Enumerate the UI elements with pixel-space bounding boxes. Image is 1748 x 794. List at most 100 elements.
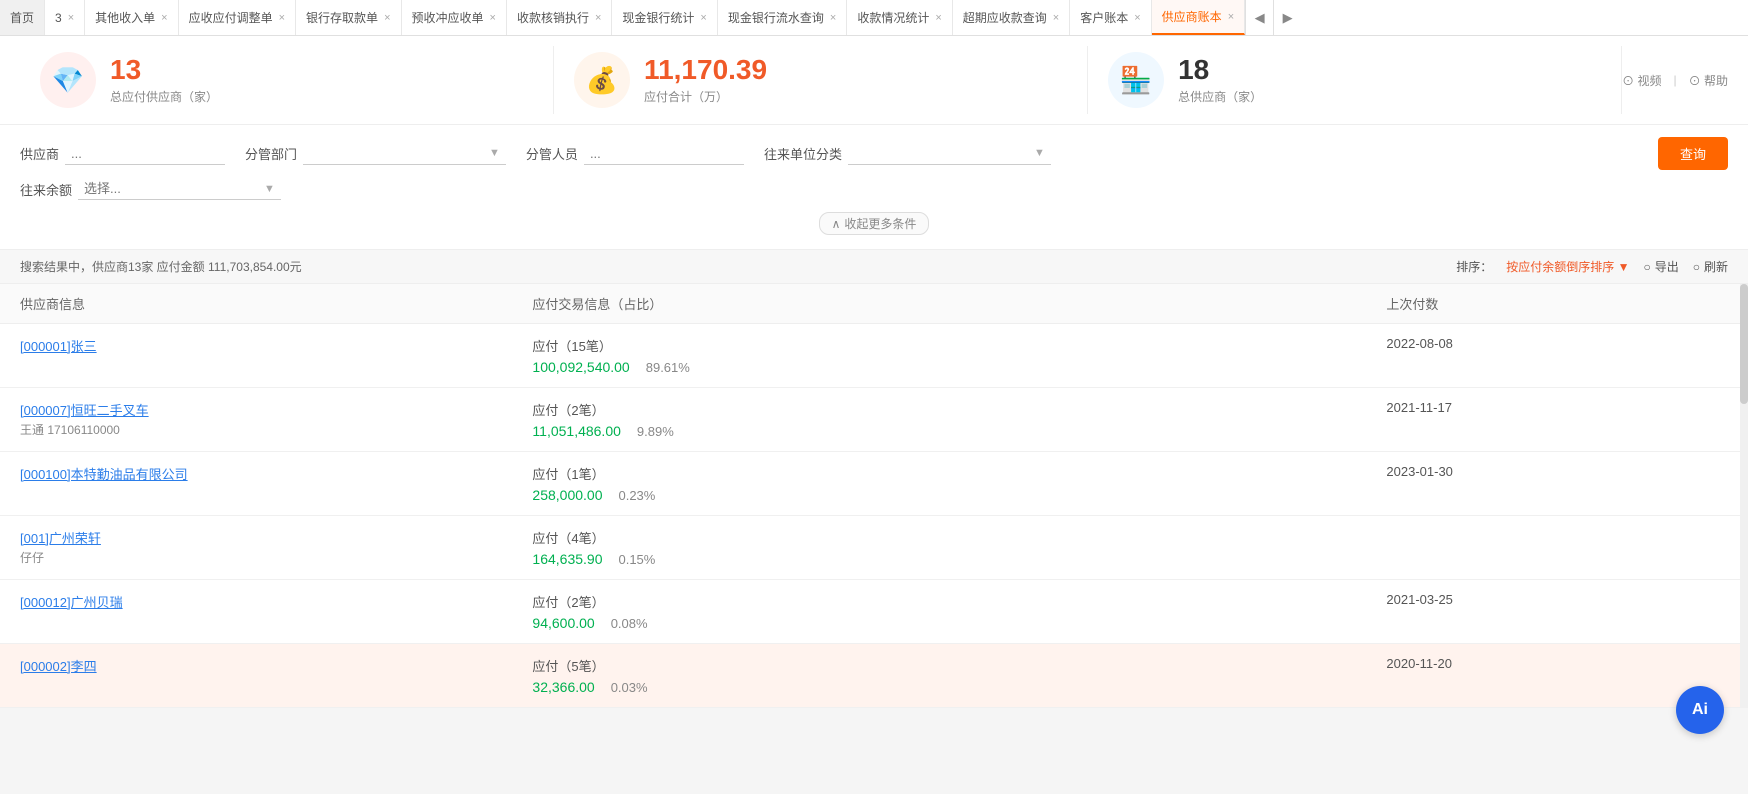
payable-amount[interactable]: 258,000.00 <box>532 487 602 503</box>
header-lastpay: 上次付数 <box>1386 294 1728 313</box>
nav-tab-payment-stat[interactable]: 收款情况统计 × <box>847 0 952 35</box>
payable-row: 11,051,486.00 9.89% <box>532 423 1386 439</box>
table-row[interactable]: [001]广州荣轩 仔仔 应付（4笔） 164,635.90 0.15% <box>0 516 1748 580</box>
nav-tab-other-income-label: 其他收入单 <box>95 9 155 26</box>
vertical-scrollbar[interactable] <box>1740 284 1748 708</box>
collapse-label: 收起更多条件 <box>844 215 916 232</box>
nav-tab-adj-close[interactable]: × <box>279 12 285 24</box>
table-row[interactable]: [000100]本特勤油品有限公司 应付（1笔） 258,000.00 0.23… <box>0 452 1748 516</box>
nav-tab-3[interactable]: 3 × <box>45 0 85 35</box>
nav-tab-cash-stat-close[interactable]: × <box>700 12 706 24</box>
nav-tab-collection[interactable]: 收款核销执行 × <box>507 0 612 35</box>
table-row[interactable]: [000001]张三 应付（15笔） 100,092,540.00 89.61%… <box>0 324 1748 388</box>
table-row[interactable]: [000012]广州贝瑞 应付（2笔） 94,600.00 0.08% 2021… <box>0 580 1748 644</box>
scrollbar-thumb[interactable] <box>1740 284 1748 404</box>
balance-input[interactable] <box>84 181 260 196</box>
nav-tab-bank[interactable]: 银行存取款单 × <box>296 0 401 35</box>
nav-tab-overdue[interactable]: 超期应收款查询 × <box>953 0 1070 35</box>
nav-tab-other-income[interactable]: 其他收入单 × <box>85 0 178 35</box>
nav-next-arrow[interactable]: ▶ <box>1273 0 1301 35</box>
payable-amount[interactable]: 164,635.90 <box>532 551 602 567</box>
nav-tab-customer-book-close[interactable]: × <box>1134 12 1140 24</box>
nav-tab-adj[interactable]: 应收应付调整单 × <box>179 0 296 35</box>
export-button[interactable]: ○ 导出 <box>1643 258 1678 275</box>
search-button[interactable]: 查询 <box>1658 137 1728 170</box>
person-input[interactable] <box>584 143 744 165</box>
nav-tab-home-label: 首页 <box>10 9 34 26</box>
nav-tab-cash-stat-label: 现金银行统计 <box>622 9 694 26</box>
payable-row: 100,092,540.00 89.61% <box>532 359 1386 375</box>
nav-tab-bank-close[interactable]: × <box>384 12 390 24</box>
dept-select[interactable]: ▼ <box>303 143 506 165</box>
nav-tab-supplier-book[interactable]: 供应商账本 × <box>1152 0 1245 35</box>
nav-tab-other-income-close[interactable]: × <box>161 12 167 24</box>
ai-button[interactable]: Ai <box>1676 686 1724 734</box>
nav-tab-overdue-label: 超期应收款查询 <box>963 9 1047 26</box>
lastpay-cell: 2021-11-17 <box>1386 400 1728 415</box>
divider: | <box>1674 73 1677 87</box>
supplier-name-link[interactable]: [000012]广州贝瑞 <box>20 592 532 611</box>
payable-suppliers-icon: 💎 <box>40 52 96 108</box>
nav-tab-3-close[interactable]: × <box>68 12 74 24</box>
supplier-sub-info: 仔仔 <box>20 549 532 566</box>
filter-row-1: 供应商 分管部门 ▼ 分管人员 往来单位分类 ▼ 查询 <box>20 137 1728 170</box>
total-suppliers-icon: 🏪 <box>1108 52 1164 108</box>
nav-tab-cash-stat[interactable]: 现金银行统计 × <box>612 0 717 35</box>
nav-tab-home[interactable]: 首页 <box>0 0 45 35</box>
nav-tab-adj-label: 应收应付调整单 <box>189 9 273 26</box>
filter-category: 往来单位分类 ▼ <box>764 143 1051 165</box>
summary-card-total-payable: 💰 11,170.39 应付合计（万） <box>554 46 1088 114</box>
nav-tab-advance-label: 预收冲应收单 <box>412 9 484 26</box>
payable-info-cell: 应付（4笔） 164,635.90 0.15% <box>532 528 1386 567</box>
supplier-name-link[interactable]: [000001]张三 <box>20 336 532 355</box>
header-payable: 应付交易信息（占比） <box>532 294 1386 313</box>
filter-dept: 分管部门 ▼ <box>245 143 506 165</box>
dept-label: 分管部门 <box>245 144 297 163</box>
category-input[interactable] <box>854 146 1030 161</box>
balance-select[interactable]: ▼ <box>78 178 281 200</box>
nav-prev-arrow[interactable]: ◀ <box>1245 0 1273 35</box>
payable-amount[interactable]: 11,051,486.00 <box>532 423 621 439</box>
video-link[interactable]: ⊙ 视频 <box>1622 72 1661 89</box>
payable-amount[interactable]: 32,366.00 <box>532 679 594 695</box>
nav-tab-customer-book-label: 客户账本 <box>1080 9 1128 26</box>
nav-tab-cashflow[interactable]: 现金银行流水查询 × <box>718 0 847 35</box>
supplier-name-link[interactable]: [000007]恒旺二手叉车 <box>20 400 532 419</box>
supplier-name-link[interactable]: [001]广州荣轩 <box>20 528 532 547</box>
payable-amount[interactable]: 100,092,540.00 <box>532 359 629 375</box>
payable-count: 应付（2笔） <box>532 592 1386 611</box>
supplier-input[interactable] <box>65 143 225 165</box>
payable-suppliers-label: 总应付供应商（家） <box>110 88 218 105</box>
sort-chevron-icon: ▼ <box>1618 260 1630 274</box>
payable-amount[interactable]: 94,600.00 <box>532 615 594 631</box>
table-body: [000001]张三 应付（15笔） 100,092,540.00 89.61%… <box>0 324 1748 708</box>
nav-tab-cashflow-close[interactable]: × <box>830 12 836 24</box>
sort-value[interactable]: 按应付余额倒序排序 ▼ <box>1506 258 1629 275</box>
supplier-info-cell: [000007]恒旺二手叉车 王通 17106110000 <box>20 400 532 438</box>
help-link[interactable]: ⊙ 帮助 <box>1689 72 1728 89</box>
payable-info-cell: 应付（2笔） 94,600.00 0.08% <box>532 592 1386 631</box>
collapse-bar: ∧ 收起更多条件 <box>20 208 1728 241</box>
supplier-name-link[interactable]: [000100]本特勤油品有限公司 <box>20 464 532 483</box>
category-select[interactable]: ▼ <box>848 143 1051 165</box>
payable-count: 应付（15笔） <box>532 336 1386 355</box>
nav-tab-overdue-close[interactable]: × <box>1053 12 1059 24</box>
nav-tab-advance[interactable]: 预收冲应收单 × <box>402 0 507 35</box>
nav-tab-supplier-book-close[interactable]: × <box>1228 11 1234 23</box>
collapse-button[interactable]: ∧ 收起更多条件 <box>819 212 930 235</box>
filter-person: 分管人员 <box>526 143 744 165</box>
supplier-info-cell: [000100]本特勤油品有限公司 <box>20 464 532 483</box>
nav-tab-advance-close[interactable]: × <box>490 12 496 24</box>
refresh-button[interactable]: ○ 刷新 <box>1693 258 1728 275</box>
dept-input[interactable] <box>309 146 485 161</box>
table-row[interactable]: [000002]李四 应付（5笔） 32,366.00 0.03% 2020-1… <box>0 644 1748 708</box>
supplier-name-link[interactable]: [000002]李四 <box>20 656 532 675</box>
summary-card-payable-suppliers: 💎 13 总应付供应商（家） <box>20 46 554 114</box>
header-supplier: 供应商信息 <box>20 294 532 313</box>
nav-tab-payment-stat-close[interactable]: × <box>935 12 941 24</box>
nav-tab-customer-book[interactable]: 客户账本 × <box>1070 0 1151 35</box>
nav-tab-collection-close[interactable]: × <box>595 12 601 24</box>
nav-tab-3-label: 3 <box>55 11 62 25</box>
dept-chevron-icon: ▼ <box>489 147 500 159</box>
table-row[interactable]: [000007]恒旺二手叉车 王通 17106110000 应付（2笔） 11,… <box>0 388 1748 452</box>
